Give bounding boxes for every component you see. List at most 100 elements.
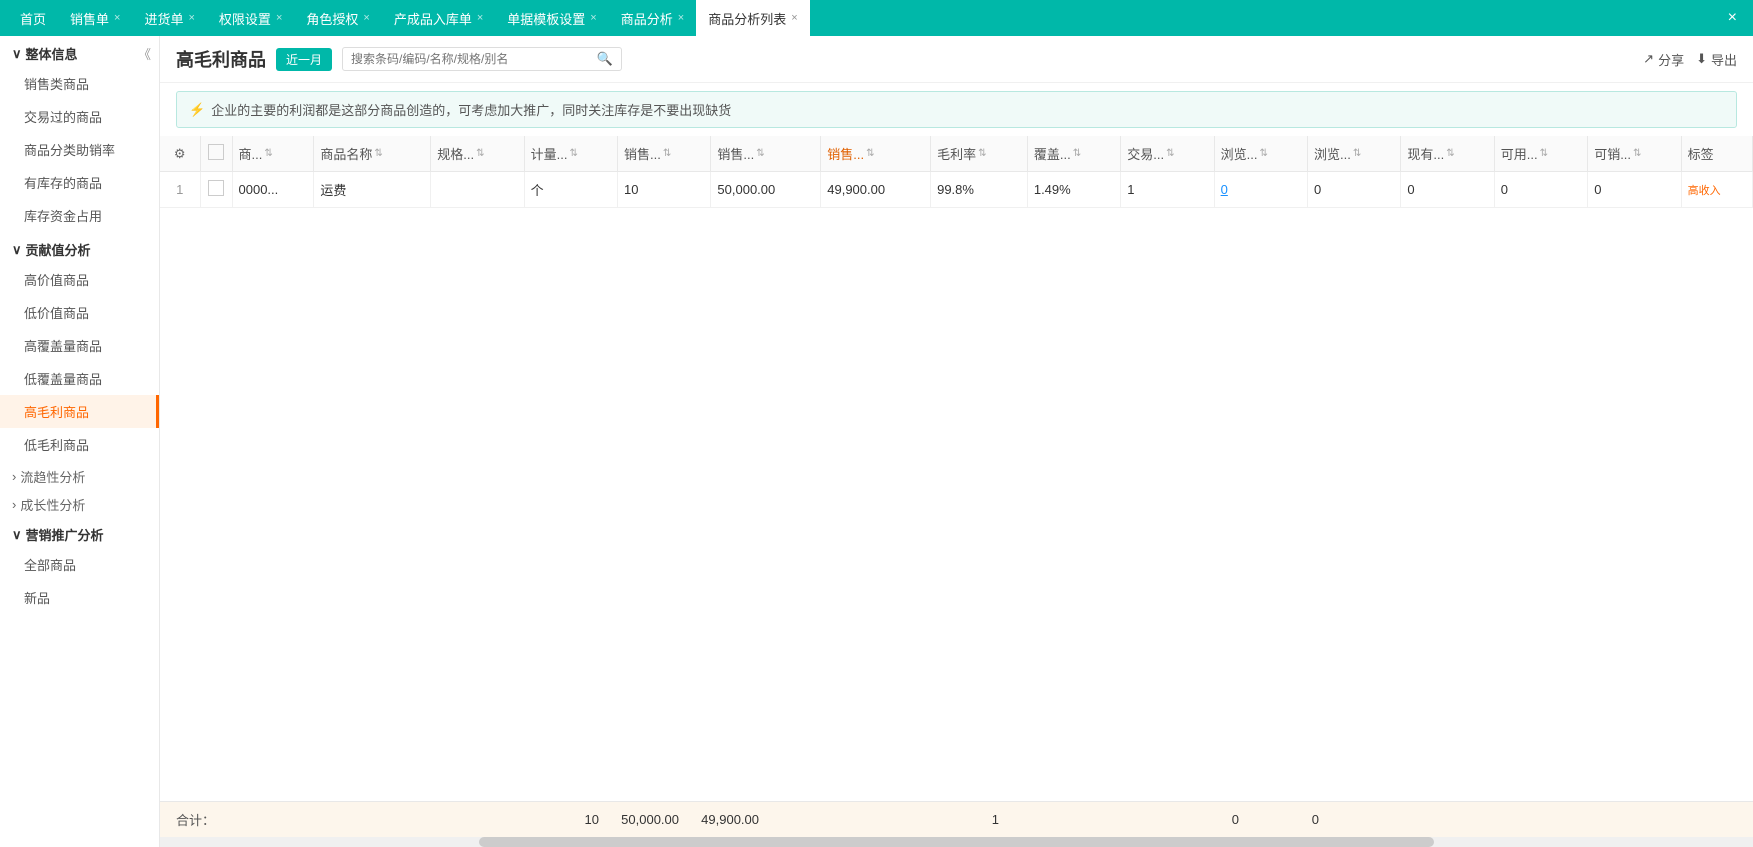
sort-spec-icon[interactable]: ⇅ — [476, 148, 484, 159]
sort-unit-icon[interactable]: ⇅ — [569, 148, 577, 159]
col-coverage[interactable]: 覆盖... ⇅ — [1027, 136, 1120, 172]
row-checkbox[interactable] — [200, 172, 232, 208]
sidebar-item-low-value[interactable]: 低价值商品 — [0, 296, 159, 329]
col-sales-amount[interactable]: 销售... ⇅ — [711, 136, 821, 172]
col-sales-profit[interactable]: 销售... ⇅ — [821, 136, 931, 172]
nav-item-analysis[interactable]: 商品分析 × — [609, 0, 696, 36]
sort-code-icon[interactable]: ⇅ — [264, 148, 272, 159]
nav-item-role[interactable]: 角色授权 × — [294, 0, 381, 36]
row-view2: 0 — [1308, 172, 1401, 208]
col-current-stock[interactable]: 现有... ⇅ — [1401, 136, 1494, 172]
sort-available-stock-icon[interactable]: ⇅ — [1540, 148, 1548, 159]
sidebar-item-stock-capital[interactable]: 库存资金占用 — [0, 199, 159, 232]
main-layout: 《 ∨ 整体信息 销售类商品 交易过的商品 商品分类助销率 有库存的商品 库存资… — [0, 36, 1753, 847]
sidebar-group-trend[interactable]: › 流趋性分析 — [0, 461, 159, 489]
row-spec — [431, 172, 524, 208]
col-unit[interactable]: 计量... ⇅ — [524, 136, 617, 172]
row-view1[interactable]: 0 — [1214, 172, 1307, 208]
sidebar-item-low-margin[interactable]: 低毛利商品 — [0, 428, 159, 461]
sidebar-group-overall[interactable]: ∨ 整体信息 — [0, 36, 159, 67]
sidebar-item-high-margin[interactable]: 高毛利商品 — [0, 395, 159, 428]
col-gross-margin[interactable]: 毛利率 ⇅ — [931, 136, 1028, 172]
sidebar-item-low-coverage[interactable]: 低覆盖量商品 — [0, 362, 159, 395]
share-button[interactable]: ↗ 分享 — [1643, 50, 1684, 69]
search-box: 🔍 — [342, 47, 622, 71]
nav-close-role[interactable]: × — [363, 12, 369, 24]
row-sales-amount: 50,000.00 — [711, 172, 821, 208]
col-sellable[interactable]: 可销... ⇅ — [1588, 136, 1681, 172]
sort-view1-icon[interactable]: ⇅ — [1259, 148, 1267, 159]
sort-current-stock-icon[interactable]: ⇅ — [1446, 148, 1454, 159]
sidebar-item-traded-goods[interactable]: 交易过的商品 — [0, 100, 159, 133]
row-coverage: 1.49% — [1027, 172, 1120, 208]
sidebar-item-sales-goods[interactable]: 销售类商品 — [0, 67, 159, 100]
select-all-checkbox[interactable] — [208, 144, 224, 160]
sidebar-group-contribution[interactable]: ∨ 贡献值分析 — [0, 232, 159, 263]
nav-item-template[interactable]: 单据模板设置 × — [495, 0, 608, 36]
footer-bar: 合计： 10 50,000.00 49,900.00 1 0 0 — [160, 801, 1753, 837]
sidebar-item-high-value[interactable]: 高价值商品 — [0, 263, 159, 296]
col-checkbox[interactable] — [200, 136, 232, 172]
nav-item-sales[interactable]: 销售单 × — [58, 0, 132, 36]
sidebar-item-all-goods[interactable]: 全部商品 — [0, 548, 159, 581]
nav-item-warehouse[interactable]: 产成品入库单 × — [382, 0, 495, 36]
nav-close-analysis-list[interactable]: × — [791, 12, 797, 24]
table-row: 1 0000... 运费 个 10 50,000.00 49,900.00 99… — [160, 172, 1753, 208]
footer-sales-profit: 49,900.00 — [685, 812, 765, 827]
search-input[interactable] — [351, 52, 597, 66]
row-code: 0000... — [232, 172, 314, 208]
nav-close-warehouse[interactable]: × — [477, 12, 483, 24]
sort-coverage-icon[interactable]: ⇅ — [1073, 148, 1081, 159]
period-button[interactable]: 近一月 — [276, 48, 332, 71]
sort-sales-profit-icon[interactable]: ⇅ — [866, 148, 874, 159]
settings-icon[interactable]: ⚙ — [174, 146, 186, 161]
nav-close-all-button[interactable]: × — [1720, 9, 1745, 27]
col-settings[interactable]: ⚙ — [160, 136, 200, 172]
nav-item-analysis-list[interactable]: 商品分析列表 × — [696, 0, 809, 36]
col-name[interactable]: 商品名称 ⇅ — [314, 136, 431, 172]
nav-item-home[interactable]: 首页 — [8, 0, 58, 36]
nav-close-permission[interactable]: × — [276, 12, 282, 24]
col-transaction[interactable]: 交易... ⇅ — [1121, 136, 1214, 172]
nav-close-purchase[interactable]: × — [188, 12, 194, 24]
sidebar-item-category-rate[interactable]: 商品分类助销率 — [0, 133, 159, 166]
top-nav: 首页 销售单 × 进货单 × 权限设置 × 角色授权 × 产成品入库单 × 单据… — [0, 0, 1753, 36]
horizontal-scrollbar[interactable] — [160, 837, 1753, 847]
sidebar-collapse-button[interactable]: 《 — [138, 44, 151, 63]
sort-name-icon[interactable]: ⇅ — [374, 148, 382, 159]
sidebar-item-high-coverage[interactable]: 高覆盖量商品 — [0, 329, 159, 362]
col-spec[interactable]: 规格... ⇅ — [431, 136, 524, 172]
sidebar-item-in-stock[interactable]: 有库存的商品 — [0, 166, 159, 199]
sort-sales-amount-icon[interactable]: ⇅ — [756, 148, 764, 159]
content-area: 高毛利商品 近一月 🔍 ↗ 分享 ⬇ 导出 ⚡ 企业的主要的利润都是这部分商品创… — [160, 36, 1753, 847]
col-view2[interactable]: 浏览... ⇅ — [1308, 136, 1401, 172]
header-actions: ↗ 分享 ⬇ 导出 — [1643, 50, 1737, 69]
col-view1[interactable]: 浏览... ⇅ — [1214, 136, 1307, 172]
col-sales-count[interactable]: 销售... ⇅ — [618, 136, 711, 172]
sort-view2-icon[interactable]: ⇅ — [1353, 148, 1361, 159]
col-available-stock[interactable]: 可用... ⇅ — [1494, 136, 1587, 172]
col-code[interactable]: 商... ⇅ — [232, 136, 314, 172]
sort-sellable-icon[interactable]: ⇅ — [1633, 148, 1641, 159]
sort-gross-margin-icon[interactable]: ⇅ — [978, 148, 986, 159]
search-icon[interactable]: 🔍 — [597, 51, 613, 67]
col-tag[interactable]: 标签 — [1681, 136, 1752, 172]
page-title: 高毛利商品 — [176, 46, 266, 72]
export-button[interactable]: ⬇ 导出 — [1696, 50, 1737, 69]
sort-transaction-icon[interactable]: ⇅ — [1166, 148, 1174, 159]
sidebar-group-growth[interactable]: › 成长性分析 — [0, 489, 159, 517]
row-name: 运费 — [314, 172, 431, 208]
nav-close-sales[interactable]: × — [114, 12, 120, 24]
nav-close-analysis[interactable]: × — [678, 12, 684, 24]
nav-item-permission[interactable]: 权限设置 × — [207, 0, 294, 36]
scrollbar-thumb[interactable] — [479, 837, 1435, 847]
sidebar-group-marketing[interactable]: ∨ 营销推广分析 — [0, 517, 159, 548]
footer-values: 10 50,000.00 49,900.00 1 0 0 — [235, 812, 1737, 827]
sidebar-item-new-goods[interactable]: 新品 — [0, 581, 159, 614]
row-current-stock: 0 — [1401, 172, 1494, 208]
sort-sales-count-icon[interactable]: ⇅ — [663, 148, 671, 159]
table-container[interactable]: ⚙ 商... ⇅ 商品名称 — [160, 136, 1753, 801]
nav-item-purchase[interactable]: 进货单 × — [132, 0, 206, 36]
row-sales-count: 10 — [618, 172, 711, 208]
nav-close-template[interactable]: × — [590, 12, 596, 24]
